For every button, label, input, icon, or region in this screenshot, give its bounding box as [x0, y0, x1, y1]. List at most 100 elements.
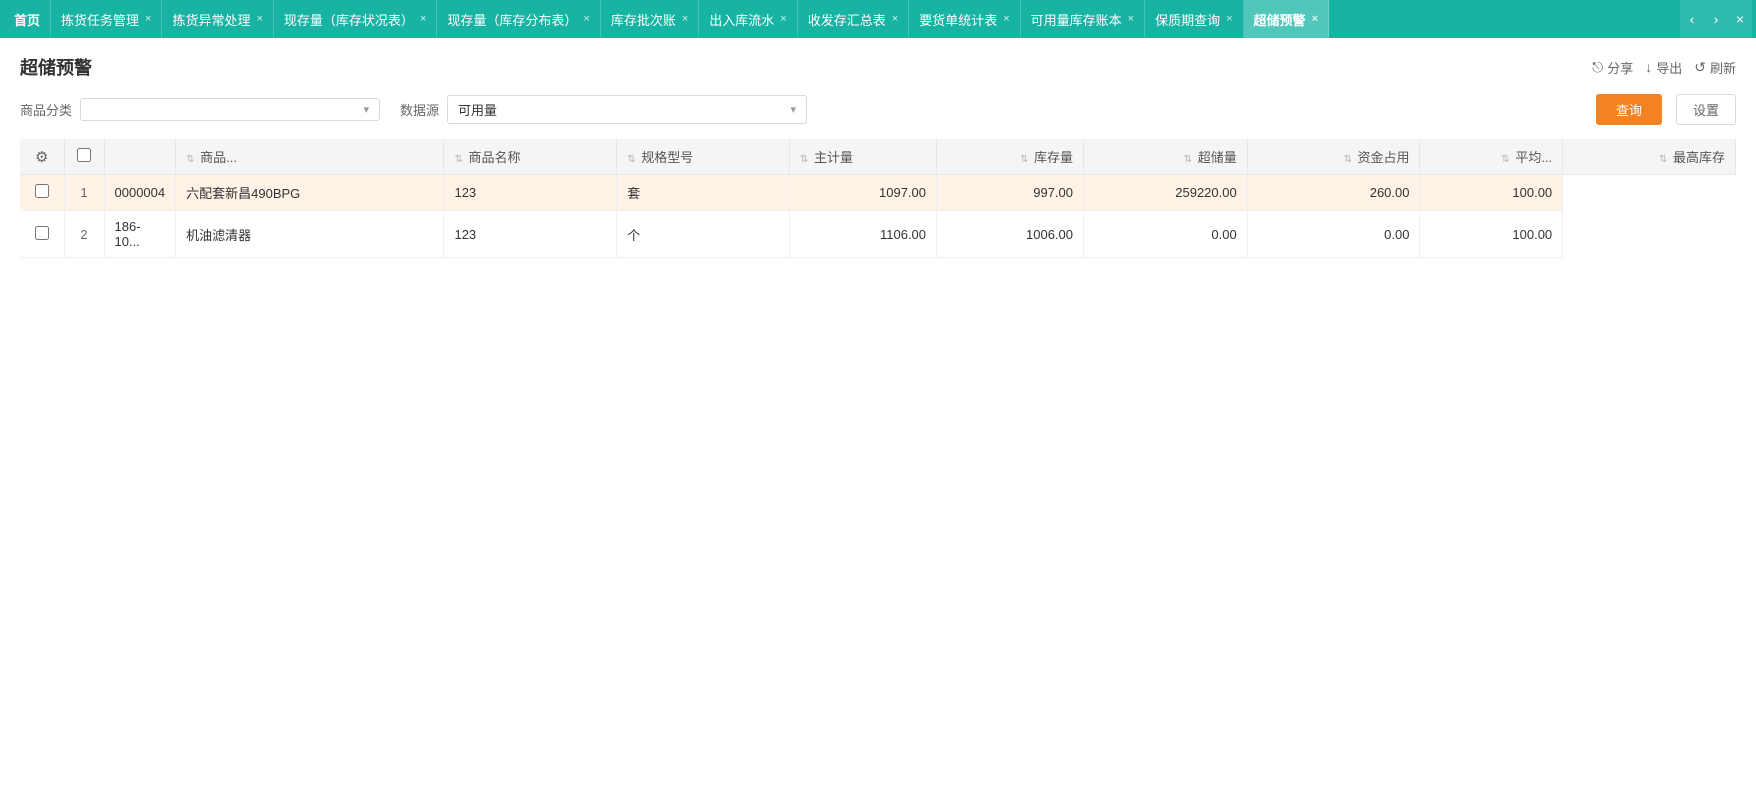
- table-header-product-name[interactable]: ⇅ 商品名称: [444, 139, 617, 175]
- row-number: 1: [64, 175, 104, 211]
- nav-tab-home[interactable]: 首页: [4, 0, 51, 38]
- nav-tab-stock-status[interactable]: 现存量（库存状况表） ×: [274, 0, 437, 38]
- page-container: 超储预警 ⎋ 分享 ↓ 导出 ↺ 刷新 商品分类 ▾ 数据源: [0, 38, 1756, 274]
- sort-icon-stock-qty: ⇅: [1020, 154, 1028, 165]
- nav-tab-overstock-warning-close[interactable]: ×: [1312, 13, 1318, 25]
- nav-tab-tanhuo-abnormal[interactable]: 拣货异常处理 ×: [162, 0, 273, 38]
- table-header-checkbox[interactable]: [64, 139, 104, 175]
- nav-tab-receive-summary[interactable]: 收发存汇总表 ×: [798, 0, 909, 38]
- nav-tab-tanhuo-abnormal-close[interactable]: ×: [256, 13, 262, 25]
- row-checkbox[interactable]: [35, 184, 49, 198]
- nav-tab-tanhuo-task[interactable]: 拣货任务管理 ×: [51, 0, 162, 38]
- table-header-max-stock[interactable]: ⇅ 最高库存: [1563, 139, 1736, 175]
- nav-tab-overstock-warning[interactable]: 超储预警 ×: [1244, 0, 1329, 38]
- nav-tab-batch-account-close[interactable]: ×: [682, 13, 688, 25]
- category-select[interactable]: ▾: [80, 98, 380, 121]
- nav-tab-stock-status-label: 现存量（库存状况表）: [284, 10, 414, 29]
- filter-group-right: 数据源 可用量 ▾: [400, 95, 1576, 124]
- datasource-select[interactable]: 可用量 ▾: [447, 95, 807, 124]
- refresh-icon: ↺: [1694, 59, 1706, 76]
- nav-tab-available-account-close[interactable]: ×: [1128, 13, 1134, 25]
- table-header-stock-qty-label: 库存量: [1034, 150, 1073, 165]
- nav-arrows: ‹ › ×: [1680, 0, 1752, 38]
- nav-tab-stock-dist[interactable]: 现存量（库存分布表） ×: [437, 0, 600, 38]
- sort-icon-max-stock: ⇅: [1659, 154, 1667, 165]
- nav-arrow-left[interactable]: ‹: [1680, 0, 1704, 38]
- row-product-code: 0000004: [104, 175, 176, 211]
- row-number: 2: [64, 211, 104, 258]
- settings-button[interactable]: 设置: [1676, 94, 1736, 125]
- nav-tab-stock-status-close[interactable]: ×: [420, 13, 426, 25]
- row-spec: 123: [444, 211, 617, 258]
- table-header-avg[interactable]: ⇅ 平均...: [1420, 139, 1563, 175]
- nav-tab-inout-flow-close[interactable]: ×: [780, 13, 786, 25]
- row-checkbox-cell[interactable]: [20, 175, 64, 211]
- row-unit: 个: [617, 211, 790, 258]
- row-spec: 123: [444, 175, 617, 211]
- table-settings-header[interactable]: ⚙: [20, 139, 64, 175]
- nav-tab-inout-flow[interactable]: 出入库流水 ×: [699, 0, 797, 38]
- nav-tab-stock-dist-close[interactable]: ×: [583, 13, 589, 25]
- nav-tab-available-account[interactable]: 可用量库存账本 ×: [1021, 0, 1145, 38]
- nav-tab-available-account-label: 可用量库存账本: [1031, 10, 1122, 29]
- table-header-capital-label: 资金占用: [1357, 150, 1409, 165]
- nav-tab-tanhuo-abnormal-label: 拣货异常处理: [172, 10, 250, 29]
- nav-tab-receive-summary-close[interactable]: ×: [892, 13, 898, 25]
- nav-tab-order-stats[interactable]: 要货单统计表 ×: [909, 0, 1020, 38]
- page-title: 超储预警: [20, 54, 92, 80]
- export-button[interactable]: ↓ 导出: [1645, 58, 1682, 77]
- share-button[interactable]: ⎋ 分享: [1592, 58, 1633, 77]
- table-header-product-name-label: 商品名称: [468, 150, 520, 165]
- table-header-unit[interactable]: ⇅ 主计量: [790, 139, 937, 175]
- row-over-qty: 1006.00: [937, 211, 1084, 258]
- filter-row: 商品分类 ▾ 数据源 可用量 ▾ 查询 设置: [20, 94, 1736, 125]
- row-unit: 套: [617, 175, 790, 211]
- table-header-unit-label: 主计量: [814, 150, 853, 165]
- filter-group-left: 商品分类 ▾: [20, 98, 380, 121]
- nav-arrow-right[interactable]: ›: [1704, 0, 1728, 38]
- page-title-row: 超储预警 ⎋ 分享 ↓ 导出 ↺ 刷新: [20, 54, 1736, 80]
- sort-icon-spec: ⇅: [627, 154, 635, 165]
- nav-tab-order-stats-close[interactable]: ×: [1003, 13, 1009, 25]
- sort-icon-over-qty: ⇅: [1184, 154, 1192, 165]
- table-header-capital[interactable]: ⇅ 资金占用: [1247, 139, 1420, 175]
- data-table: ⚙ ⇅ 商品... ⇅ 商品名称 ⇅ 规格型号 ⇅ 主计量: [20, 139, 1736, 258]
- nav-tab-tanhuo-task-close[interactable]: ×: [145, 13, 151, 25]
- nav-tab-quality-check-close[interactable]: ×: [1226, 13, 1232, 25]
- row-max-stock: 100.00: [1420, 175, 1563, 211]
- nav-tab-batch-account[interactable]: 库存批次账 ×: [601, 0, 699, 38]
- table-header-rownum: [104, 139, 176, 175]
- row-capital-occupied: 0.00: [1084, 211, 1248, 258]
- table-header-max-stock-label: 最高库存: [1673, 150, 1725, 165]
- nav-tab-order-stats-label: 要货单统计表: [919, 10, 997, 29]
- table-row: 2 186-10... 机油滤清器 123 个 1106.00 1006.00 …: [20, 211, 1736, 258]
- table-header-over-qty[interactable]: ⇅ 超储量: [1084, 139, 1248, 175]
- refresh-button[interactable]: ↺ 刷新: [1694, 58, 1736, 77]
- top-navigation: 首页 拣货任务管理 × 拣货异常处理 × 现存量（库存状况表） × 现存量（库存…: [0, 0, 1756, 38]
- refresh-label: 刷新: [1710, 58, 1736, 77]
- table-header-spec[interactable]: ⇅ 规格型号: [617, 139, 790, 175]
- page-actions: ⎋ 分享 ↓ 导出 ↺ 刷新: [1592, 58, 1736, 77]
- row-checkbox-cell[interactable]: [20, 211, 64, 258]
- table-header-stock-qty[interactable]: ⇅ 库存量: [937, 139, 1084, 175]
- row-avg: 0.00: [1247, 211, 1420, 258]
- sort-icon-product-name: ⇅: [454, 154, 462, 165]
- nav-tab-quality-check[interactable]: 保质期查询 ×: [1145, 0, 1243, 38]
- nav-tab-stock-dist-label: 现存量（库存分布表）: [447, 10, 577, 29]
- sort-icon-unit: ⇅: [800, 154, 808, 165]
- row-max-stock: 100.00: [1420, 211, 1563, 258]
- query-button[interactable]: 查询: [1596, 94, 1662, 125]
- row-checkbox[interactable]: [35, 226, 49, 240]
- row-over-qty: 997.00: [937, 175, 1084, 211]
- table-header-product-code[interactable]: ⇅ 商品...: [176, 139, 444, 175]
- gear-icon[interactable]: ⚙: [35, 149, 48, 166]
- select-all-checkbox[interactable]: [77, 148, 91, 162]
- export-icon: ↓: [1645, 59, 1652, 75]
- table-header-product-code-label: 商品...: [200, 150, 237, 165]
- table-row: 1 0000004 六配套新昌490BPG 123 套 1097.00 997.…: [20, 175, 1736, 211]
- nav-tab-batch-account-label: 库存批次账: [611, 10, 676, 29]
- sort-icon-avg: ⇅: [1501, 154, 1509, 165]
- nav-arrow-close-all[interactable]: ×: [1728, 0, 1752, 38]
- datasource-chevron-icon: ▾: [791, 103, 797, 116]
- share-icon: ⎋: [1592, 59, 1603, 76]
